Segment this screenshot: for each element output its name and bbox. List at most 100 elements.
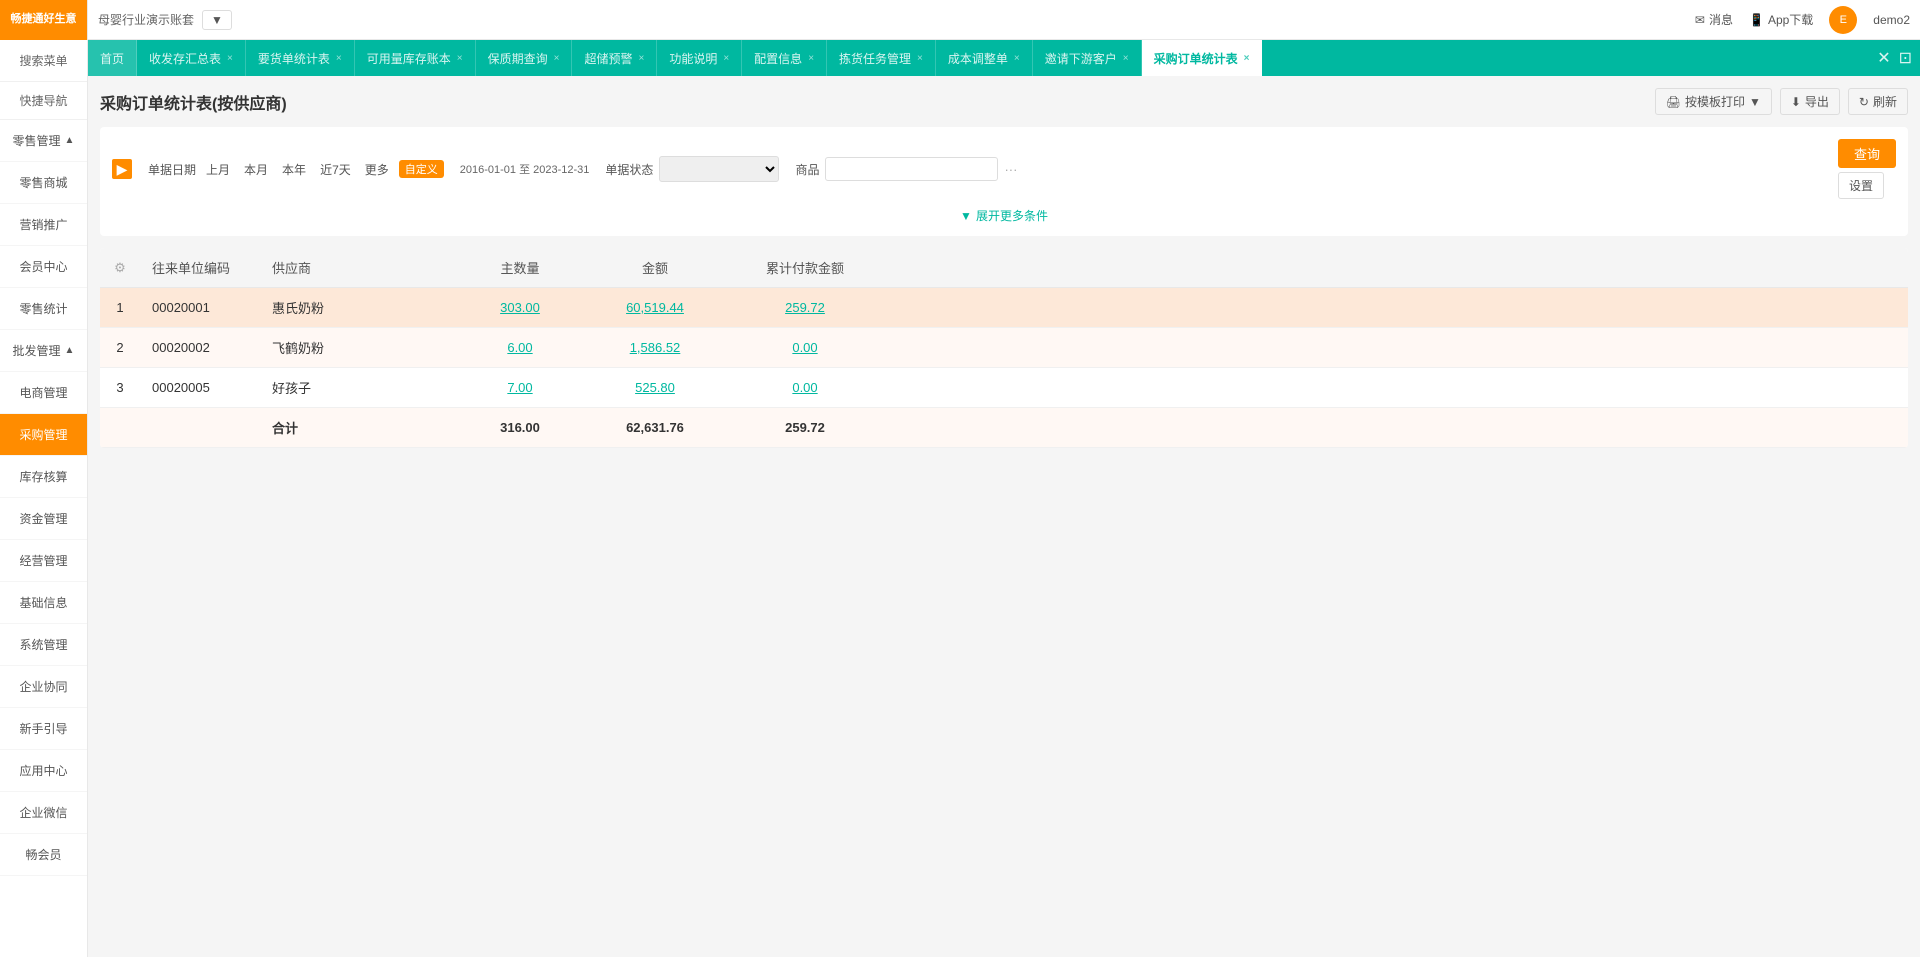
table-row[interactable]: 2 00020002 飞鹤奶粉 6.00 1,586.52 0.00 <box>100 328 1908 368</box>
amount-link-0[interactable]: 60,519.44 <box>626 300 684 315</box>
tab-close-invite[interactable]: × <box>1123 53 1129 64</box>
tab-label-config: 配置信息 <box>754 50 802 67</box>
tab-label-purchase-stats: 采购订单统计表 <box>1154 50 1238 67</box>
goods-input[interactable] <box>825 157 998 181</box>
tab-purchase-stats[interactable]: 采购订单统计表 × <box>1142 40 1263 76</box>
expand-more-button[interactable]: ▼ 展开更多条件 <box>960 207 1048 224</box>
sidebar-item-new-guide[interactable]: 新手引导 <box>0 708 87 750</box>
sidebar-item-ecom-mgmt[interactable]: 电商管理 <box>0 372 87 414</box>
sidebar-item-sys-mgmt[interactable]: 系统管理 <box>0 624 87 666</box>
more-date-button[interactable]: 更多 <box>361 159 393 180</box>
expand-icon: ▼ <box>960 209 972 223</box>
sidebar-item-enterprise[interactable]: 企业协同 <box>0 666 87 708</box>
th-checkbox: ⚙ <box>100 248 140 288</box>
tab-close-overstock[interactable]: × <box>638 53 644 64</box>
paid-link-2[interactable]: 0.00 <box>792 380 817 395</box>
sidebar-item-ops-mgmt[interactable]: 经营管理 <box>0 540 87 582</box>
search-menu-button[interactable]: 搜索菜单 <box>4 48 83 73</box>
tabbar-close-button[interactable]: ✕ <box>1877 48 1890 68</box>
cell-extra-2 <box>880 368 1908 408</box>
query-button[interactable]: 查询 <box>1838 139 1896 168</box>
arrow-icon: ▲ <box>65 345 75 356</box>
sidebar-item-vip[interactable]: 畅会员 <box>0 834 87 876</box>
cell-extra-1 <box>880 328 1908 368</box>
sidebar-item-member[interactable]: 会员中心 <box>0 246 87 288</box>
qty-link-2[interactable]: 7.00 <box>507 380 532 395</box>
tab-goods-stats[interactable]: 要货单统计表× <box>246 40 355 76</box>
tab-home[interactable]: 首页 <box>88 40 137 76</box>
purchase-stats-table: ⚙ 往来单位编码 供应商 主数量 金额 累计付款金额 1 00020001 惠氏… <box>100 248 1908 448</box>
phone-icon: 📱 <box>1749 13 1764 27</box>
tab-close-recv-send[interactable]: × <box>227 53 233 64</box>
sidebar-item-app-center[interactable]: 应用中心 <box>0 750 87 792</box>
tab-invite[interactable]: 邀请下游客户× <box>1033 40 1142 76</box>
sidebar-item-wechat[interactable]: 企业微信 <box>0 792 87 834</box>
tab-close-avail-stock[interactable]: × <box>457 53 463 64</box>
account-dropdown[interactable]: ▼ <box>202 10 232 30</box>
settings-button[interactable]: 设置 <box>1838 172 1884 199</box>
filter-toggle-button[interactable]: ▶ <box>112 159 132 179</box>
status-select[interactable] <box>659 156 779 182</box>
tab-label-overstock: 超储预警 <box>584 50 632 67</box>
tab-close-purchase-stats[interactable]: × <box>1244 53 1250 64</box>
this-month-button[interactable]: 本月 <box>240 159 272 180</box>
tab-cost-adj[interactable]: 成本调整单× <box>936 40 1033 76</box>
sidebar-item-purchase-mgmt[interactable]: 采购管理 <box>0 414 87 456</box>
tab-close-pick-task[interactable]: × <box>917 53 923 64</box>
sidebar-item-retail-shop[interactable]: 零售商城 <box>0 162 87 204</box>
filter-goods-item: 商品 ··· <box>795 157 1017 181</box>
table-row[interactable]: 1 00020001 惠氏奶粉 303.00 60,519.44 259.72 <box>100 288 1908 328</box>
message-button[interactable]: ✉ 消息 <box>1695 11 1733 28</box>
paid-link-0[interactable]: 259.72 <box>785 300 825 315</box>
query-actions: 查询 设置 <box>1838 139 1896 199</box>
tabbar-expand-button[interactable]: ⊡ <box>1899 48 1912 68</box>
quick-nav-button[interactable]: 快捷导航 <box>4 88 83 113</box>
refresh-icon: ↻ <box>1859 95 1869 109</box>
sidebar-item-retail-mgmt[interactable]: 零售管理▲ <box>0 120 87 162</box>
tab-overstock[interactable]: 超储预警 × <box>572 40 657 76</box>
sidebar-search-section: 搜索菜单 <box>0 40 87 82</box>
tab-pick-task[interactable]: 拣货任务管理× <box>827 40 936 76</box>
th-paid: 累计付款金额 <box>730 248 880 288</box>
print-button[interactable]: 🖨 按模板打印 ▼ <box>1655 88 1772 115</box>
tab-recv-send[interactable]: 收发存汇总表× <box>137 40 246 76</box>
app-download-button[interactable]: 📱 App下载 <box>1749 11 1813 28</box>
sidebar-item-finance[interactable]: 资金管理 <box>0 498 87 540</box>
tab-close-func-desc[interactable]: × <box>723 53 729 64</box>
tab-close-expire-query[interactable]: × <box>554 53 560 64</box>
tab-label-expire-query: 保质期查询 <box>488 50 548 67</box>
page-actions: 🖨 按模板打印 ▼ ⬇ 导出 ↻ 刷新 <box>1655 88 1908 115</box>
tab-avail-stock[interactable]: 可用量库存账本× <box>355 40 476 76</box>
tab-label-func-desc: 功能说明 <box>669 50 717 67</box>
sidebar-item-retail-stats[interactable]: 零售统计 <box>0 288 87 330</box>
username[interactable]: demo2 <box>1873 13 1910 27</box>
qty-link-1[interactable]: 6.00 <box>507 340 532 355</box>
tab-expire-query[interactable]: 保质期查询 × <box>476 40 573 76</box>
custom-date-tag[interactable]: 自定义 <box>399 160 444 178</box>
cell-num-0: 1 <box>100 288 140 328</box>
tab-func-desc[interactable]: 功能说明 × <box>657 40 742 76</box>
tab-close-config[interactable]: × <box>808 53 814 64</box>
sidebar-item-inventory[interactable]: 库存核算 <box>0 456 87 498</box>
last-month-button[interactable]: 上月 <box>202 159 234 180</box>
tab-close-goods-stats[interactable]: × <box>336 53 342 64</box>
paid-link-1[interactable]: 0.00 <box>792 340 817 355</box>
avatar[interactable]: E <box>1829 6 1857 34</box>
qty-link-0[interactable]: 303.00 <box>500 300 540 315</box>
sidebar-item-basic-info[interactable]: 基础信息 <box>0 582 87 624</box>
table-row[interactable]: 3 00020005 好孩子 7.00 525.80 0.00 <box>100 368 1908 408</box>
column-settings-icon[interactable]: ⚙ <box>114 260 126 275</box>
sidebar: 畅捷通好生意 搜索菜单 快捷导航 零售管理▲零售商城营销推广会员中心零售统计批发… <box>0 0 88 957</box>
cell-amount-0: 60,519.44 <box>580 288 730 328</box>
refresh-button[interactable]: ↻ 刷新 <box>1848 88 1908 115</box>
amount-link-1[interactable]: 1,586.52 <box>630 340 681 355</box>
sidebar-item-batch-mgmt[interactable]: 批发管理▲ <box>0 330 87 372</box>
tab-config[interactable]: 配置信息 × <box>742 40 827 76</box>
last-7-days-button[interactable]: 近7天 <box>316 159 355 180</box>
amount-link-2[interactable]: 525.80 <box>635 380 675 395</box>
print-arrow-icon: ▼ <box>1749 95 1761 109</box>
export-button[interactable]: ⬇ 导出 <box>1780 88 1840 115</box>
tab-close-cost-adj[interactable]: × <box>1014 53 1020 64</box>
this-year-button[interactable]: 本年 <box>278 159 310 180</box>
sidebar-item-marketing[interactable]: 营销推广 <box>0 204 87 246</box>
